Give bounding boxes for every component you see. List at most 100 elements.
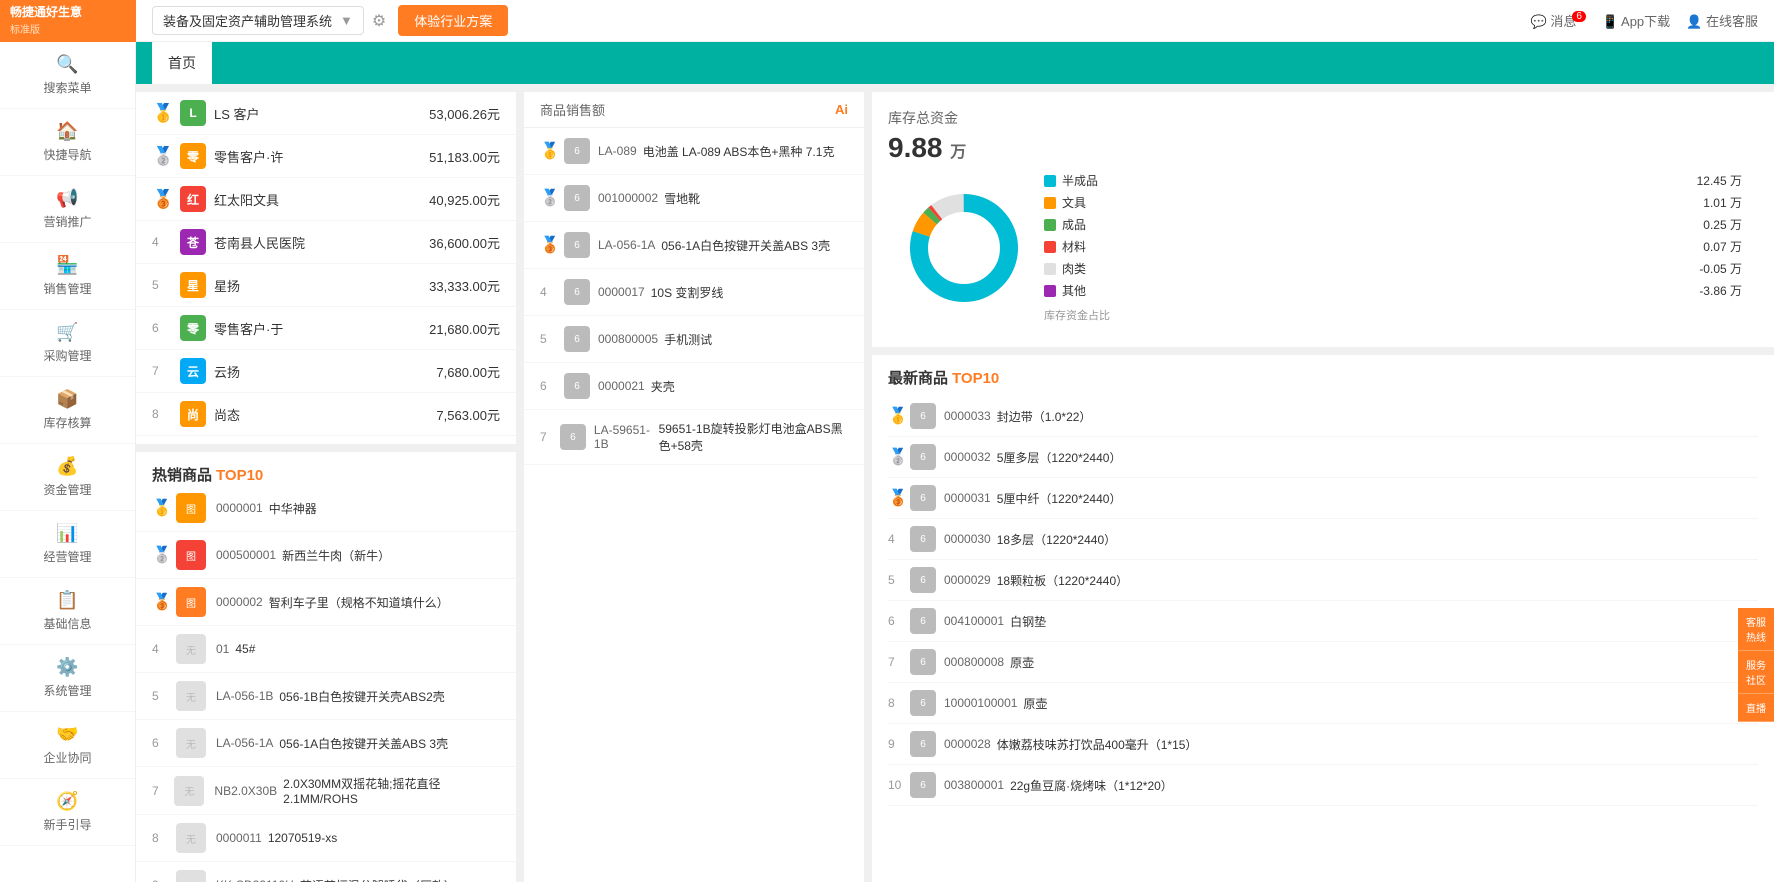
search-icon: 🔍 [56,54,78,75]
product-sales-item[interactable]: 4 6 0000017 10S 变割罗线 [524,269,864,316]
product-code: 000800005 [598,332,658,346]
customer-avatar: 红 [180,186,206,212]
hot-product-item[interactable]: 9 无 KK-SD22110H 花语萌恒温分腿睡袋（厚款） [136,862,516,882]
product-sales-item[interactable]: 🥈 6 001000002 雪地靴 [524,175,864,222]
gold-medal-icon: 🥇 [152,103,180,124]
newest-header: 最新商品 TOP10 [888,367,1758,388]
legend-category-name: 文具 [1062,194,1703,211]
product-code: 000500001 [216,548,276,562]
sidebar-item-search[interactable]: 🔍 搜索菜单 [0,42,135,109]
newest-product-item[interactable]: 6 6 004100001 白钢垫 [888,601,1758,642]
customer-name: LS 客户 [214,104,429,123]
sidebar-item-purchase[interactable]: 🛒 采购管理 [0,310,135,377]
hot-product-item[interactable]: 🥉 图 0000002 智利车子里（规格不知道填什么） [136,579,516,626]
customer-ranking-item[interactable]: 🥈 零 零售客户·许 51,183.00元 [136,135,516,178]
rank-number: 9 [888,737,910,751]
legend-item: 文具 1.01 万 [1044,194,1742,211]
customer-ranking-item[interactable]: 🥇 L LS 客户 53,006.26元 [136,92,516,135]
legend-category-value: -0.05 万 [1699,260,1742,277]
product-name: 花语萌恒温分腿睡袋（厚款） [300,877,456,882]
sidebar-finance-label: 资金管理 [43,481,91,498]
product-code: 001000002 [598,191,658,205]
sidebar-item-finance[interactable]: 💰 资金管理 [0,444,135,511]
online-service[interactable]: 👤 在线客服 [1686,11,1758,30]
rank-number: 8 [888,696,910,710]
marketing-icon: 📢 [56,188,78,209]
hot-products-title: 热销商品 [152,464,212,485]
newest-product-item[interactable]: 10 6 003800001 22g鱼豆腐·烧烤味（1*12*20） [888,765,1758,806]
message-icon-area[interactable]: 💬 消息6 [1531,11,1586,30]
customer-avatar: L [180,100,206,126]
customer-ranking-item[interactable]: 4 苍 苍南县人民医院 36,600.00元 [136,221,516,264]
hot-products-panel: 热销商品 TOP10 🥇 图 0000001 中华神器 🥈 图 00050000… [136,452,516,882]
newest-product-item[interactable]: 🥉 6 0000031 5厘中纤（1220*2440） [888,478,1758,519]
float-btn-live[interactable]: 直播 [1738,694,1774,722]
customer-avatar: 零 [180,315,206,341]
customer-name: 零售客户·于 [214,319,429,338]
newest-product-thumb: 6 [910,772,936,798]
sidebar-item-system[interactable]: ⚙️ 系统管理 [0,645,135,712]
hot-product-item[interactable]: 4 无 01 45# [136,626,516,673]
product-sales-item[interactable]: 🥇 6 LA-089 电池盖 LA-089 ABS本色+黑种 7.1克 [524,128,864,175]
customer-avatar: 零 [180,143,206,169]
sidebar-item-inventory[interactable]: 📦 库存核算 [0,377,135,444]
product-sales-item[interactable]: 🥉 6 LA-056-1A 056-1A白色按键开关盖ABS 3壳 [524,222,864,269]
trial-button[interactable]: 体验行业方案 [398,5,508,36]
inventory-icon: 📦 [56,389,78,410]
customer-ranking-item[interactable]: 8 尚 尚态 7,563.00元 [136,393,516,436]
hot-product-item[interactable]: 6 无 LA-056-1A 056-1A白色按键开关盖ABS 3壳 [136,720,516,767]
product-thumbnail: 图 [176,493,206,523]
hot-product-item[interactable]: 🥈 图 000500001 新西兰牛肉（新牛） [136,532,516,579]
settings-icon[interactable]: ⚙ [372,11,386,31]
product-name: 手机测试 [664,331,712,348]
sidebar-item-quicknav[interactable]: 🏠 快捷导航 [0,109,135,176]
newest-product-item[interactable]: 🥇 6 0000033 封边带（1.0*22） [888,396,1758,437]
rank-number: 8 [152,407,180,421]
sidebar-item-cooperation[interactable]: 🤝 企业协同 [0,712,135,779]
float-btn-service[interactable]: 客服热线 [1738,608,1774,651]
customer-avatar: 云 [180,358,206,384]
hot-product-item[interactable]: 🥇 图 0000001 中华神器 [136,485,516,532]
sidebar-item-operations[interactable]: 📊 经营管理 [0,511,135,578]
sidebar-item-sales[interactable]: 🏪 销售管理 [0,243,135,310]
product-sales-item[interactable]: 7 6 LA-59651-1B 59651-1B旋转投影灯电池盒ABS黑色+58… [524,410,864,465]
basics-icon: 📋 [56,590,78,611]
sidebar-item-marketing[interactable]: 📢 营销推广 [0,176,135,243]
float-btn-community[interactable]: 服务社区 [1738,651,1774,694]
product-thumbnail-placeholder: 无 [176,823,206,853]
cooperation-icon: 🤝 [56,724,78,745]
customer-avatar: 尚 [180,401,206,427]
tab-home[interactable]: 首页 [152,42,212,84]
silver-medal-icon: 🥈 [152,146,180,167]
newest-product-item[interactable]: 8 6 10000100001 原壶 [888,683,1758,724]
topbar-right: 💬 消息6 📱 App下载 👤 在线客服 [1531,11,1758,30]
hot-product-item[interactable]: 5 无 LA-056-1B 056-1B白色按键开关壳ABS2壳 [136,673,516,720]
customer-ranking-item[interactable]: 7 云 云扬 7,680.00元 [136,350,516,393]
legend-category-value: -3.86 万 [1699,282,1742,299]
newest-product-item[interactable]: 4 6 0000030 18多层（1220*2440） [888,519,1758,560]
hot-product-item[interactable]: 8 无 0000011 12070519-xs [136,815,516,862]
legend-category-value: 0.07 万 [1703,238,1742,255]
customer-ranking-item[interactable]: 5 星 星扬 33,333.00元 [136,264,516,307]
system-selector[interactable]: 装备及固定资产辅助管理系统 ▼ [152,6,364,35]
home-icon: 🏠 [56,121,78,142]
sidebar-item-guide[interactable]: 🧭 新手引导 [0,779,135,846]
legend-item: 材料 0.07 万 [1044,238,1742,255]
product-code: 0000021 [598,379,645,393]
newest-product-item[interactable]: 7 6 000800008 原壶 [888,642,1758,683]
app-download[interactable]: 📱 App下载 [1602,11,1670,30]
newest-product-name: 22g鱼豆腐·烧烤味（1*12*20） [1010,777,1173,794]
newest-products-card: 最新商品 TOP10 🥇 6 0000033 封边带（1.0*22） 🥈 6 0… [872,355,1774,882]
customer-ranking-item[interactable]: 6 零 零售客户·于 21,680.00元 [136,307,516,350]
newest-product-item[interactable]: 5 6 0000029 18颗粒板（1220*2440） [888,560,1758,601]
silver-medal-icon: 🥈 [888,447,910,467]
sidebar-item-basics[interactable]: 📋 基础信息 [0,578,135,645]
hot-product-item[interactable]: 7 无 NB2.0X30B 2.0X30MM双摇花轴;摇花直径2.1MM/ROH… [136,767,516,815]
newest-product-item[interactable]: 9 6 0000028 体嫩荔枝味苏打饮品400毫升（1*15） [888,724,1758,765]
product-sales-item[interactable]: 5 6 000800005 手机测试 [524,316,864,363]
customer-ranking-item[interactable]: 🥉 红 红太阳文具 40,925.00元 [136,178,516,221]
product-sales-item[interactable]: 6 6 0000021 夹壳 [524,363,864,410]
newest-product-item[interactable]: 🥈 6 0000032 5厘多层（1220*2440） [888,437,1758,478]
customer-amount: 40,925.00元 [429,190,500,209]
legend-item: 其他 -3.86 万 [1044,282,1742,299]
